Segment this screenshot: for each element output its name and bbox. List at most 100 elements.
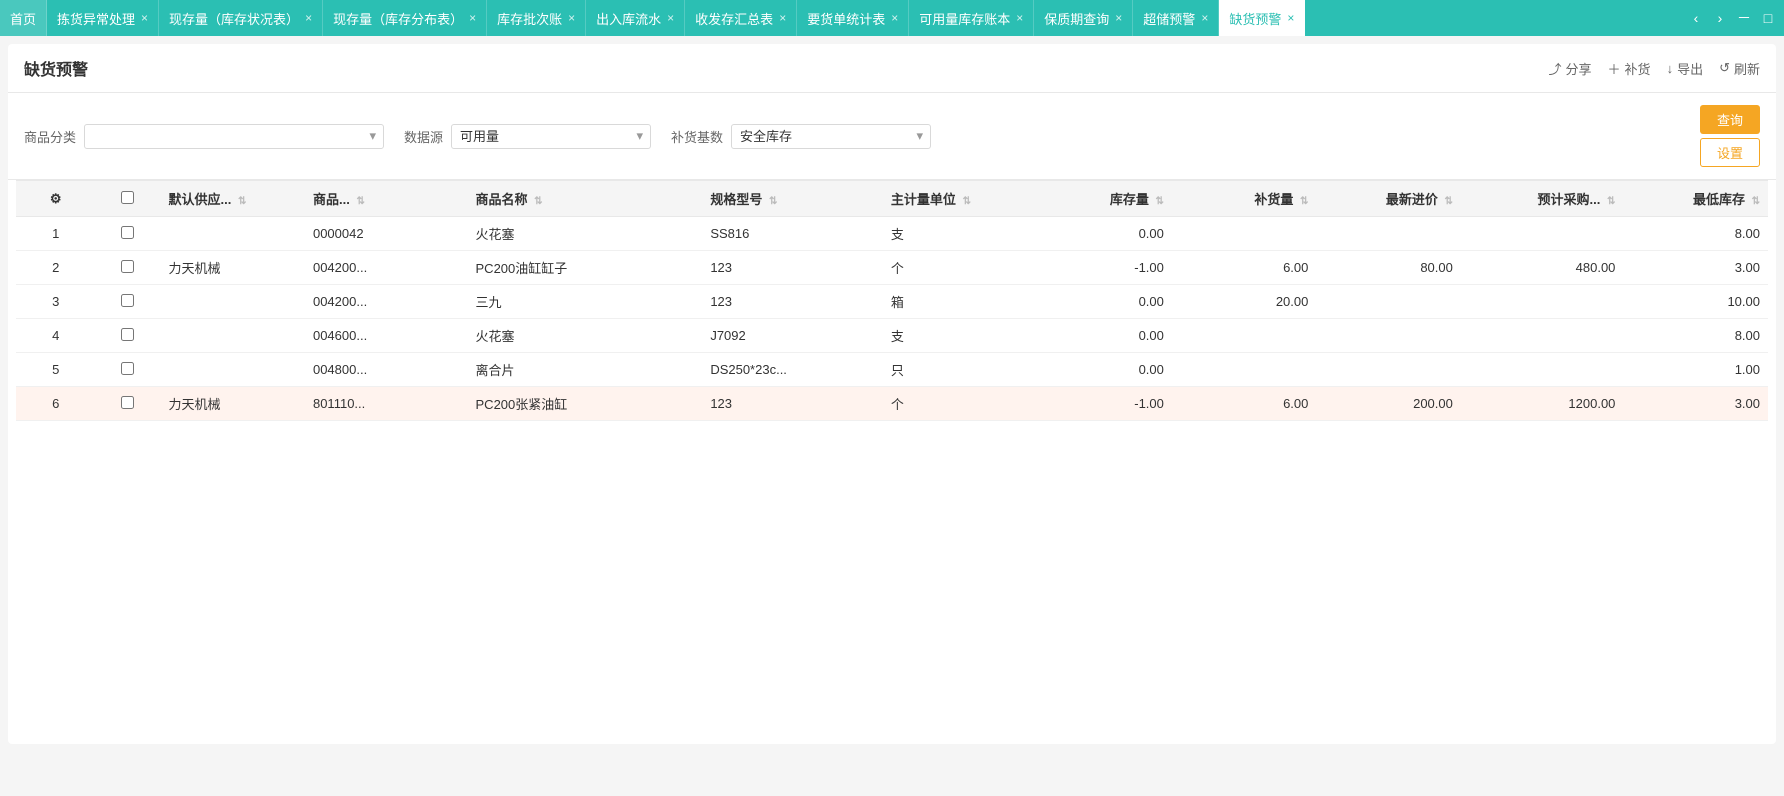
tab-close-6[interactable]: × [779,11,786,25]
tab-scroll-left-button[interactable]: ‹ [1684,6,1708,30]
row-replenish: 6.00 [1172,251,1316,285]
gear-icon[interactable]: ⚙ [50,191,62,206]
tab-home[interactable]: 首页 [0,0,47,36]
replenish-base-filter-label: 补货基数 [671,127,723,146]
col-code-header[interactable]: 商品... ⇅ [305,181,468,217]
row-index: 5 [16,353,95,387]
tab-close-4[interactable]: × [568,11,575,25]
sort-minstock-icon: ⇅ [1752,196,1760,207]
datasource-select[interactable]: 可用量 [451,124,651,149]
tab-close-9[interactable]: × [1115,11,1122,25]
tab-close-5[interactable]: × [667,11,674,25]
row-code: 801110... [305,387,468,421]
tab-close-7[interactable]: × [891,11,898,25]
row-checkbox-cell[interactable] [95,251,160,285]
page-title: 缺货预警 [24,56,88,80]
tab-minimize-button[interactable]: － [1732,6,1756,30]
tab-inventory-distribution[interactable]: 现存量（库存分布表） × [323,0,487,36]
tab-picking-exception[interactable]: 拣货异常处理 × [47,0,159,36]
row-checkbox[interactable] [121,328,134,341]
col-name-header[interactable]: 商品名称 ⇅ [468,181,703,217]
tab-inventory-status[interactable]: 现存量（库存状况表） × [159,0,323,36]
row-index: 2 [16,251,95,285]
share-button[interactable]: ⤴ 分享 [1549,59,1592,78]
row-checkbox-cell[interactable] [95,217,160,251]
row-checkbox[interactable] [121,260,134,273]
row-checkbox[interactable] [121,294,134,307]
row-checkbox[interactable] [121,396,134,409]
col-unit-header[interactable]: 主计量单位 ⇅ [883,181,1027,217]
replenish-button[interactable]: ＋ 补货 [1608,59,1651,78]
export-icon: ↓ [1667,61,1674,76]
row-checkbox-cell[interactable] [95,319,160,353]
row-spec: 123 [702,285,883,319]
sort-unit-icon: ⇅ [963,196,971,207]
row-latest-price: 200.00 [1316,387,1460,421]
tab-bar: 首页 拣货异常处理 × 现存量（库存状况表） × 现存量（库存分布表） × 库存… [0,0,1784,36]
row-estimated-purchase [1461,319,1624,353]
row-checkbox[interactable] [121,362,134,375]
row-spec: J7092 [702,319,883,353]
tab-shortage-warning[interactable]: 缺货预警 × [1219,0,1305,36]
col-purchase-header[interactable]: 预计采购... ⇅ [1461,181,1624,217]
row-code: 0000042 [305,217,468,251]
col-price-header[interactable]: 最新进价 ⇅ [1316,181,1460,217]
row-name: PC200油缸缸子 [468,251,703,285]
row-checkbox-cell[interactable] [95,387,160,421]
col-minstock-header[interactable]: 最低库存 ⇅ [1623,181,1768,217]
table-row: 4 004600... 火花塞 J7092 支 0.00 8.00 [16,319,1768,353]
sort-price-icon: ⇅ [1444,196,1452,207]
tab-scroll-right-button[interactable]: › [1708,6,1732,30]
row-estimated-purchase [1461,285,1624,319]
row-checkbox-cell[interactable] [95,353,160,387]
row-name: 离合片 [468,353,703,387]
select-all-checkbox[interactable] [121,191,134,204]
tab-close-10[interactable]: × [1201,11,1208,25]
tab-close-3[interactable]: × [469,11,476,25]
table-row: 6 力天机械 801110... PC200张紧油缸 123 个 -1.00 6… [16,387,1768,421]
export-button[interactable]: ↓ 导出 [1667,59,1704,78]
col-supplier-header[interactable]: 默认供应... ⇅ [160,181,304,217]
row-code: 004200... [305,251,468,285]
tab-maximize-button[interactable]: □ [1756,6,1780,30]
tab-batch-account[interactable]: 库存批次账 × [487,0,586,36]
settings-button[interactable]: 设置 [1700,138,1760,167]
row-estimated-purchase: 1200.00 [1461,387,1624,421]
tab-inout-flow[interactable]: 出入库流水 × [586,0,685,36]
row-checkbox-cell[interactable] [95,285,160,319]
row-unit: 个 [883,387,1027,421]
row-spec: 123 [702,387,883,421]
tab-receive-summary[interactable]: 收发存汇总表 × [685,0,797,36]
share-icon: ⤴ [1549,59,1562,78]
col-spec-header[interactable]: 规格型号 ⇅ [702,181,883,217]
row-replenish [1172,353,1316,387]
col-replenish-header[interactable]: 补货量 ⇅ [1172,181,1316,217]
col-settings[interactable]: ⚙ [16,181,95,217]
query-button[interactable]: 查询 [1700,105,1760,134]
refresh-button[interactable]: ↺ 刷新 [1719,59,1760,78]
row-stock: -1.00 [1027,387,1171,421]
row-stock: 0.00 [1027,285,1171,319]
col-check [95,181,160,217]
tab-close-8[interactable]: × [1016,11,1023,25]
col-stock-header[interactable]: 库存量 ⇅ [1027,181,1171,217]
replenish-base-select[interactable]: 安全库存 [731,124,931,149]
row-supplier [160,353,304,387]
tab-close-2[interactable]: × [305,11,312,25]
row-supplier [160,285,304,319]
row-min-stock: 8.00 [1623,217,1768,251]
tab-close-11[interactable]: × [1287,11,1294,25]
row-checkbox[interactable] [121,226,134,239]
category-select[interactable] [84,124,384,149]
table-row: 3 004200... 三九 123 箱 0.00 20.00 10.00 [16,285,1768,319]
filter-actions: 查询 设置 [1700,105,1760,167]
tab-available-ledger[interactable]: 可用量库存账本 × [909,0,1034,36]
tab-order-stats[interactable]: 要货单统计表 × [797,0,909,36]
tab-close-1[interactable]: × [141,11,148,25]
tab-expiry-query[interactable]: 保质期查询 × [1034,0,1133,36]
datasource-select-wrap: 可用量 [451,124,651,149]
tab-overstock-warning[interactable]: 超储预警 × [1133,0,1219,36]
row-min-stock: 1.00 [1623,353,1768,387]
row-code: 004800... [305,353,468,387]
row-supplier [160,217,304,251]
